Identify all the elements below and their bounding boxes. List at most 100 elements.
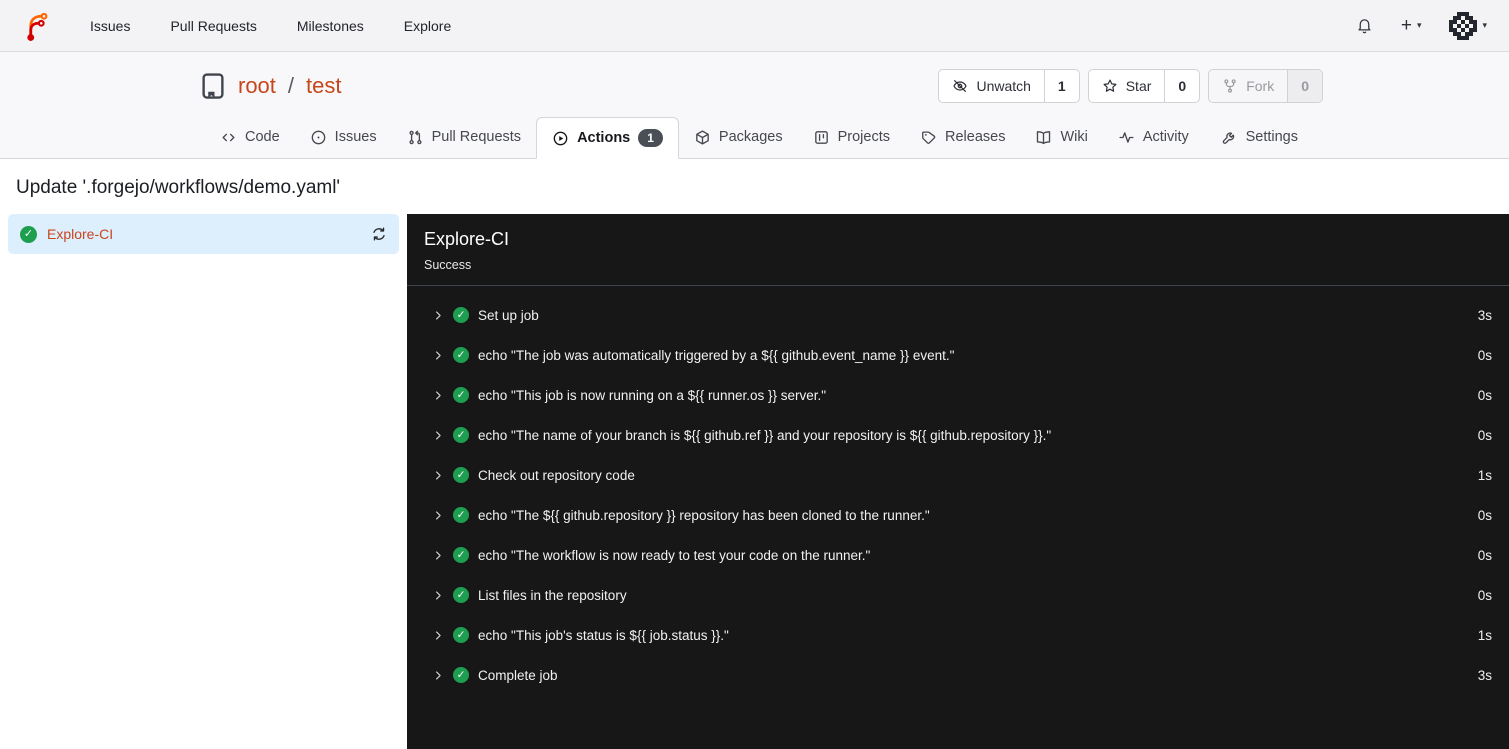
chevron-right-icon[interactable]: [433, 670, 444, 681]
tab-wiki[interactable]: Wiki: [1020, 116, 1102, 158]
unwatch-label: Unwatch: [976, 78, 1031, 94]
step-label: Check out repository code: [478, 467, 635, 483]
nav-item-explore[interactable]: Explore: [404, 18, 451, 34]
job-step-row[interactable]: Complete job 3s: [407, 655, 1509, 695]
tab-label: Actions: [577, 130, 631, 146]
tab-label: Wiki: [1060, 129, 1088, 145]
chevron-right-icon[interactable]: [433, 350, 444, 361]
forks-count[interactable]: 0: [1287, 70, 1322, 102]
tab-pull-requests[interactable]: Pull Requests: [392, 116, 536, 158]
success-check-icon: [453, 507, 469, 523]
success-check-icon: [453, 587, 469, 603]
nav-item-pull-requests[interactable]: Pull Requests: [170, 18, 256, 34]
nav-item-issues[interactable]: Issues: [90, 18, 130, 34]
chevron-right-icon[interactable]: [433, 470, 444, 481]
wrench-icon: [1222, 131, 1234, 144]
repo-title: root / test: [198, 71, 342, 101]
repo-name-link[interactable]: test: [306, 73, 341, 99]
pull-request-icon: [409, 130, 422, 144]
step-label: List files in the repository: [478, 587, 627, 603]
star-button-group: Star 0: [1087, 69, 1201, 103]
watchers-count[interactable]: 1: [1043, 70, 1079, 102]
success-check-icon: [453, 467, 469, 483]
nav-links: Issues Pull Requests Milestones Explore: [90, 18, 451, 34]
pulse-icon: [1119, 131, 1134, 143]
tab-label: Projects: [837, 129, 890, 145]
star-label: Star: [1125, 78, 1152, 94]
package-icon: [696, 129, 709, 145]
rerun-job-icon[interactable]: [371, 226, 387, 242]
issue-circle-icon: [311, 130, 326, 144]
tab-issues[interactable]: Issues: [295, 116, 392, 158]
chevron-down-icon: [1417, 20, 1422, 31]
tab-activity[interactable]: Activity: [1103, 116, 1204, 158]
tab-label: Activity: [1142, 129, 1189, 145]
star-button[interactable]: Star: [1089, 70, 1165, 102]
step-duration: 0s: [1477, 427, 1492, 443]
tab-label: Packages: [718, 129, 783, 145]
step-label: echo "The ${{ github.repository }} repos…: [478, 507, 930, 523]
chevron-right-icon[interactable]: [433, 510, 444, 521]
job-steps-list: Set up job 3s echo "The job was automati…: [407, 286, 1509, 695]
top-navbar: Issues Pull Requests Milestones Explore …: [0, 0, 1509, 52]
actions-count-badge: 1: [638, 128, 663, 148]
step-label: Complete job: [478, 667, 558, 683]
job-step-row[interactable]: echo "This job is now running on a ${{ r…: [407, 375, 1509, 415]
stars-count[interactable]: 0: [1164, 70, 1199, 102]
avatar: [1449, 11, 1478, 40]
repository-icon: [202, 73, 224, 99]
step-duration: 0s: [1477, 347, 1492, 363]
unwatch-button[interactable]: Unwatch: [939, 70, 1043, 102]
forgejo-logo-icon[interactable]: [22, 10, 54, 42]
sidebar-job-explore-ci[interactable]: Explore-CI: [8, 214, 399, 254]
job-step-row[interactable]: echo "The job was automatically triggere…: [407, 335, 1509, 375]
job-step-row[interactable]: Set up job 3s: [407, 295, 1509, 335]
tag-icon: [922, 130, 936, 144]
step-label: Set up job: [478, 307, 539, 323]
create-new-button[interactable]: +: [1401, 16, 1422, 35]
eye-slash-icon: [953, 80, 968, 92]
chevron-right-icon[interactable]: [433, 590, 444, 601]
fork-icon: [1224, 79, 1236, 93]
nav-item-milestones[interactable]: Milestones: [297, 18, 364, 34]
chevron-right-icon[interactable]: [433, 550, 444, 561]
step-duration: 0s: [1477, 507, 1492, 523]
tab-actions[interactable]: Actions 1: [536, 117, 679, 159]
chevron-down-icon: [1482, 20, 1487, 31]
tab-projects[interactable]: Projects: [798, 116, 905, 158]
tab-code[interactable]: Code: [205, 116, 295, 158]
tab-releases[interactable]: Releases: [905, 116, 1020, 158]
step-duration: 3s: [1477, 667, 1492, 683]
chevron-right-icon[interactable]: [433, 390, 444, 401]
nav-right: +: [1356, 11, 1487, 40]
tab-packages[interactable]: Packages: [679, 116, 798, 158]
success-check-icon: [453, 427, 469, 443]
job-step-row[interactable]: echo "The ${{ github.repository }} repos…: [407, 495, 1509, 535]
tab-label: Pull Requests: [431, 129, 522, 145]
tab-settings[interactable]: Settings: [1206, 116, 1313, 158]
repo-tabs: Code Issues Pull Requests Actions 1 Pack…: [0, 116, 1509, 159]
fork-label: Fork: [1246, 78, 1275, 94]
chevron-right-icon[interactable]: [433, 310, 444, 321]
notifications-bell-icon[interactable]: [1356, 17, 1373, 34]
repo-separator: /: [287, 73, 295, 98]
book-open-icon: [1037, 130, 1051, 144]
job-step-row[interactable]: Check out repository code 1s: [407, 455, 1509, 495]
user-menu-button[interactable]: [1449, 11, 1487, 40]
plus-icon: +: [1400, 15, 1412, 36]
chevron-right-icon[interactable]: [433, 430, 444, 441]
fork-button[interactable]: Fork: [1209, 70, 1287, 102]
project-board-icon: [814, 130, 828, 144]
fork-button-group: Fork 0: [1208, 69, 1323, 103]
step-label: echo "The workflow is now ready to test …: [478, 547, 871, 563]
play-circle-icon: [553, 131, 568, 145]
job-step-row[interactable]: echo "The name of your branch is ${{ git…: [407, 415, 1509, 455]
repo-owner-link[interactable]: root: [238, 73, 276, 99]
chevron-right-icon[interactable]: [433, 630, 444, 641]
app-root: Issues Pull Requests Milestones Explore …: [0, 0, 1509, 749]
job-step-row[interactable]: List files in the repository 0s: [407, 575, 1509, 615]
job-step-row[interactable]: echo "The workflow is now ready to test …: [407, 535, 1509, 575]
job-step-row[interactable]: echo "This job's status is ${{ job.statu…: [407, 615, 1509, 655]
step-label: echo "The job was automatically triggere…: [478, 347, 955, 363]
step-duration: 0s: [1477, 387, 1492, 403]
